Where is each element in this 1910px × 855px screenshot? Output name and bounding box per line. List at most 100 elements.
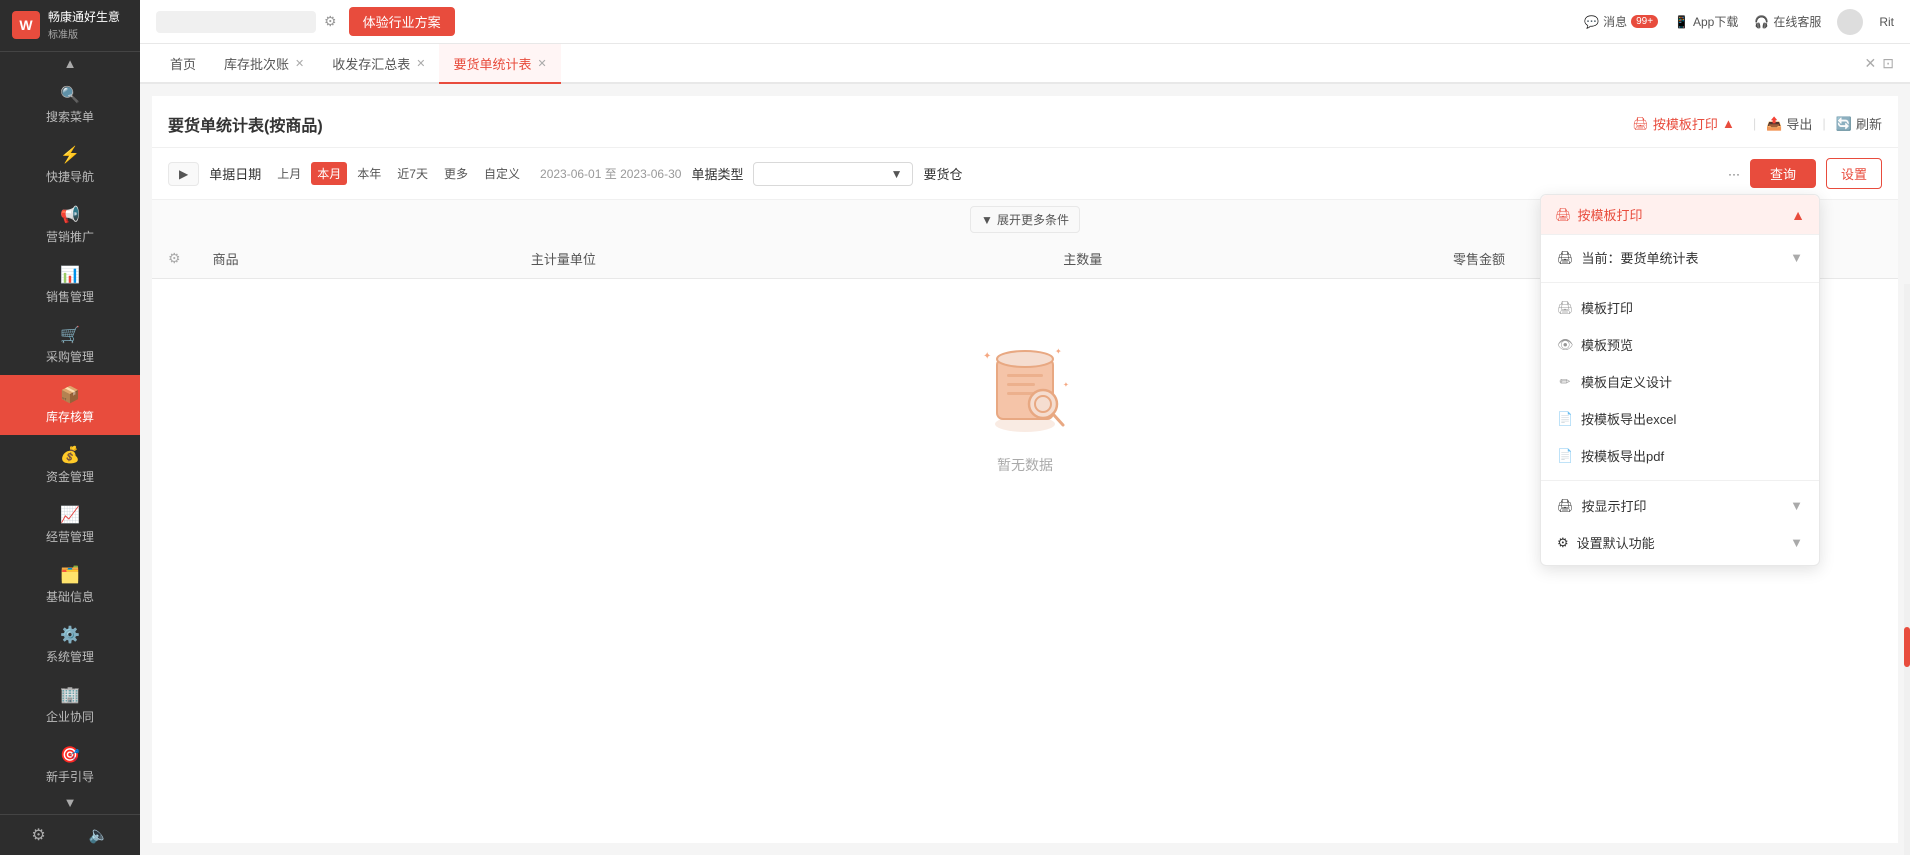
app-download-btn[interactable]: 📱 App下载: [1674, 13, 1738, 30]
trial-button[interactable]: 体验行业方案: [349, 7, 455, 36]
dropdown-item-export-pdf[interactable]: 📄 按模板导出pdf: [1541, 437, 1819, 474]
sidebar-item-label: 库存核算: [46, 408, 94, 425]
sidebar-item-sales[interactable]: 📊 销售管理: [0, 255, 140, 315]
sidebar-item-label: 采购管理: [46, 348, 94, 365]
date-group: 上月 本月 本年 近7天 更多 自定义: [271, 162, 526, 185]
col-product: 商品: [197, 239, 515, 279]
expand-down-icon: ▼: [981, 213, 993, 227]
dropdown-current-left: 🖨 当前：要货单统计表: [1557, 248, 1699, 267]
topbar: ⚙ 体验行业方案 💬 消息 99+ 📱 App下载 🎧 在线客服 Rit: [140, 0, 1910, 44]
more-options-btn[interactable]: ···: [1728, 167, 1740, 181]
sidebar-nav: 🔍 搜索菜单 ⚡ 快捷导航 📢 营销推广 📊 销售管理 🛒 采购管理 📦 库存核…: [0, 75, 140, 791]
logo-icon: W: [12, 11, 40, 39]
online-service-btn[interactable]: 🎧 在线客服: [1754, 13, 1821, 30]
tab-close-all-icon[interactable]: ✕: [1865, 55, 1877, 72]
date-prev-month[interactable]: 上月: [271, 162, 307, 185]
tab-receipt-summary-close[interactable]: ✕: [416, 57, 425, 70]
display-print-label: 按显示打印: [1582, 496, 1647, 515]
query-button[interactable]: 查询: [1750, 159, 1816, 188]
tab-receipt-summary-label: 收发存汇总表: [332, 54, 410, 73]
table-settings-icon[interactable]: ⚙: [168, 250, 181, 266]
sidebar-item-basic[interactable]: 🗂️ 基础信息: [0, 555, 140, 615]
messages-btn[interactable]: 💬 消息 99+: [1584, 13, 1658, 30]
dropdown-current-section: 🖨 当前：要货单统计表 ▼: [1541, 235, 1819, 280]
sidebar-scroll-up[interactable]: ▲: [0, 52, 140, 75]
dropdown-display-print[interactable]: 🖨 按显示打印 ▼: [1541, 487, 1819, 524]
tabbar: 首页 库存批次账 ✕ 收发存汇总表 ✕ 要货单统计表 ✕ ✕ ⊡: [140, 44, 1910, 84]
sidebar-item-collab[interactable]: 🏢 企业协同: [0, 675, 140, 735]
dropdown-collapse-icon[interactable]: ▲: [1791, 207, 1805, 223]
tab-order-stats-close[interactable]: ✕: [538, 57, 547, 70]
template-print-dropdown: 🖨 按模板打印 ▲ 🖨 当前：要货单统计表 ▼: [1540, 194, 1820, 566]
tab-order-stats[interactable]: 要货单统计表 ✕: [439, 44, 560, 84]
sidebar-item-quick-nav[interactable]: ⚡ 快捷导航: [0, 135, 140, 195]
sidebar-scroll-down[interactable]: ▼: [0, 791, 140, 814]
filter-expand-btn[interactable]: ▶: [168, 162, 199, 186]
page-actions: 🖨 按模板打印 ▲ | 📤 导出 | 🔄 刷新: [1624, 110, 1882, 137]
sidebar-bottom: ⚙ 🔈: [0, 814, 140, 855]
tab-inventory-batch[interactable]: 库存批次账 ✕: [210, 44, 318, 84]
sidebar-item-label: 营销推广: [46, 228, 94, 245]
dropdown-item-template-design[interactable]: ✏ 模板自定义设计: [1541, 363, 1819, 400]
set-default-chevron: ▼: [1790, 535, 1803, 550]
dropdown-set-default[interactable]: ⚙ 设置默认功能 ▼: [1541, 524, 1819, 561]
export-excel-icon: 📄: [1557, 411, 1573, 427]
tab-inventory-batch-close[interactable]: ✕: [295, 57, 304, 70]
export-excel-label: 按模板导出excel: [1581, 409, 1676, 428]
sidebar-item-system[interactable]: ⚙️ 系统管理: [0, 615, 140, 675]
display-print-icon: 🖨: [1557, 498, 1574, 514]
date-more[interactable]: 更多: [438, 162, 474, 185]
dropdown-current-item[interactable]: 🖨 当前：要货单统计表 ▼: [1541, 239, 1819, 276]
search-input[interactable]: [156, 11, 316, 33]
sidebar-item-inventory[interactable]: 📦 库存核算: [0, 375, 140, 435]
sidebar-item-purchase[interactable]: 🛒 采购管理: [0, 315, 140, 375]
dropdown-item-export-excel[interactable]: 📄 按模板导出excel: [1541, 400, 1819, 437]
tab-expand-icon[interactable]: ⊡: [1882, 55, 1894, 72]
sound-icon[interactable]: 🔈: [89, 825, 109, 845]
dropdown-item-template-preview[interactable]: 👁 模板预览: [1541, 326, 1819, 363]
sidebar-item-newbie[interactable]: 🎯 新手引导: [0, 735, 140, 791]
dropdown-item-template-print[interactable]: 🖨 模板打印: [1541, 289, 1819, 326]
page-header: 要货单统计表(按商品) 🖨 按模板打印 ▲ | 📤 导出 | 🔄: [152, 96, 1898, 148]
sidebar-item-label: 销售管理: [46, 288, 94, 305]
sidebar-item-search-menu[interactable]: 🔍 搜索菜单: [0, 75, 140, 135]
settings-icon[interactable]: ⚙: [31, 825, 45, 845]
empty-text: 暂无数据: [997, 455, 1053, 475]
user-avatar[interactable]: [1837, 9, 1863, 35]
date-this-year[interactable]: 本年: [351, 162, 387, 185]
finance-icon: 💰: [60, 445, 80, 465]
tab-order-stats-label: 要货单统计表: [453, 54, 531, 73]
username-label: Rit: [1879, 15, 1894, 29]
template-print-button[interactable]: 🖨 按模板打印 ▲: [1624, 110, 1742, 137]
filter-bar: ▶ 单据日期 上月 本月 本年 近7天 更多 自定义 2023-06-01 至 …: [152, 148, 1898, 200]
sidebar-item-label: 企业协同: [46, 708, 94, 725]
template-print-label: 按模板打印: [1653, 114, 1718, 133]
tab-receipt-summary[interactable]: 收发存汇总表 ✕: [318, 44, 439, 84]
set-default-icon: ⚙: [1557, 535, 1569, 551]
date-last7[interactable]: 近7天: [391, 162, 434, 185]
right-scrollbar[interactable]: [1904, 284, 1910, 855]
collab-icon: 🏢: [60, 685, 80, 705]
chevron-down-icon: ▼: [891, 167, 903, 181]
content-area: 要货单统计表(按商品) 🖨 按模板打印 ▲ | 📤 导出 | 🔄: [140, 84, 1910, 855]
filter-settings-button[interactable]: 设置: [1826, 158, 1882, 189]
download-icon: 📱: [1674, 15, 1689, 29]
sidebar-item-label: 快捷导航: [46, 168, 94, 185]
sidebar: W 畅康通好生意 标准版 ▲ 🔍 搜索菜单 ⚡ 快捷导航 📢 营销推广 📊 销售…: [0, 0, 140, 855]
date-custom[interactable]: 自定义: [478, 162, 526, 185]
marketing-icon: 📢: [60, 205, 80, 225]
export-button[interactable]: 📤 导出: [1766, 114, 1812, 133]
date-this-month[interactable]: 本月: [311, 162, 347, 185]
gear-icon[interactable]: ⚙: [324, 13, 337, 30]
tab-home[interactable]: 首页: [156, 44, 210, 84]
sidebar-item-finance[interactable]: 💰 资金管理: [0, 435, 140, 495]
expand-more-btn[interactable]: ▼ 展开更多条件: [970, 206, 1080, 233]
app-version: 标准版: [48, 26, 120, 41]
type-select[interactable]: ▼: [753, 162, 913, 186]
refresh-button[interactable]: 🔄 刷新: [1836, 114, 1882, 133]
current-icon: 🖨: [1557, 250, 1574, 266]
export-icon: 📤: [1766, 116, 1782, 132]
inventory-icon: 📦: [60, 385, 80, 405]
sidebar-item-marketing[interactable]: 📢 营销推广: [0, 195, 140, 255]
sidebar-item-operations[interactable]: 📈 经营管理: [0, 495, 140, 555]
